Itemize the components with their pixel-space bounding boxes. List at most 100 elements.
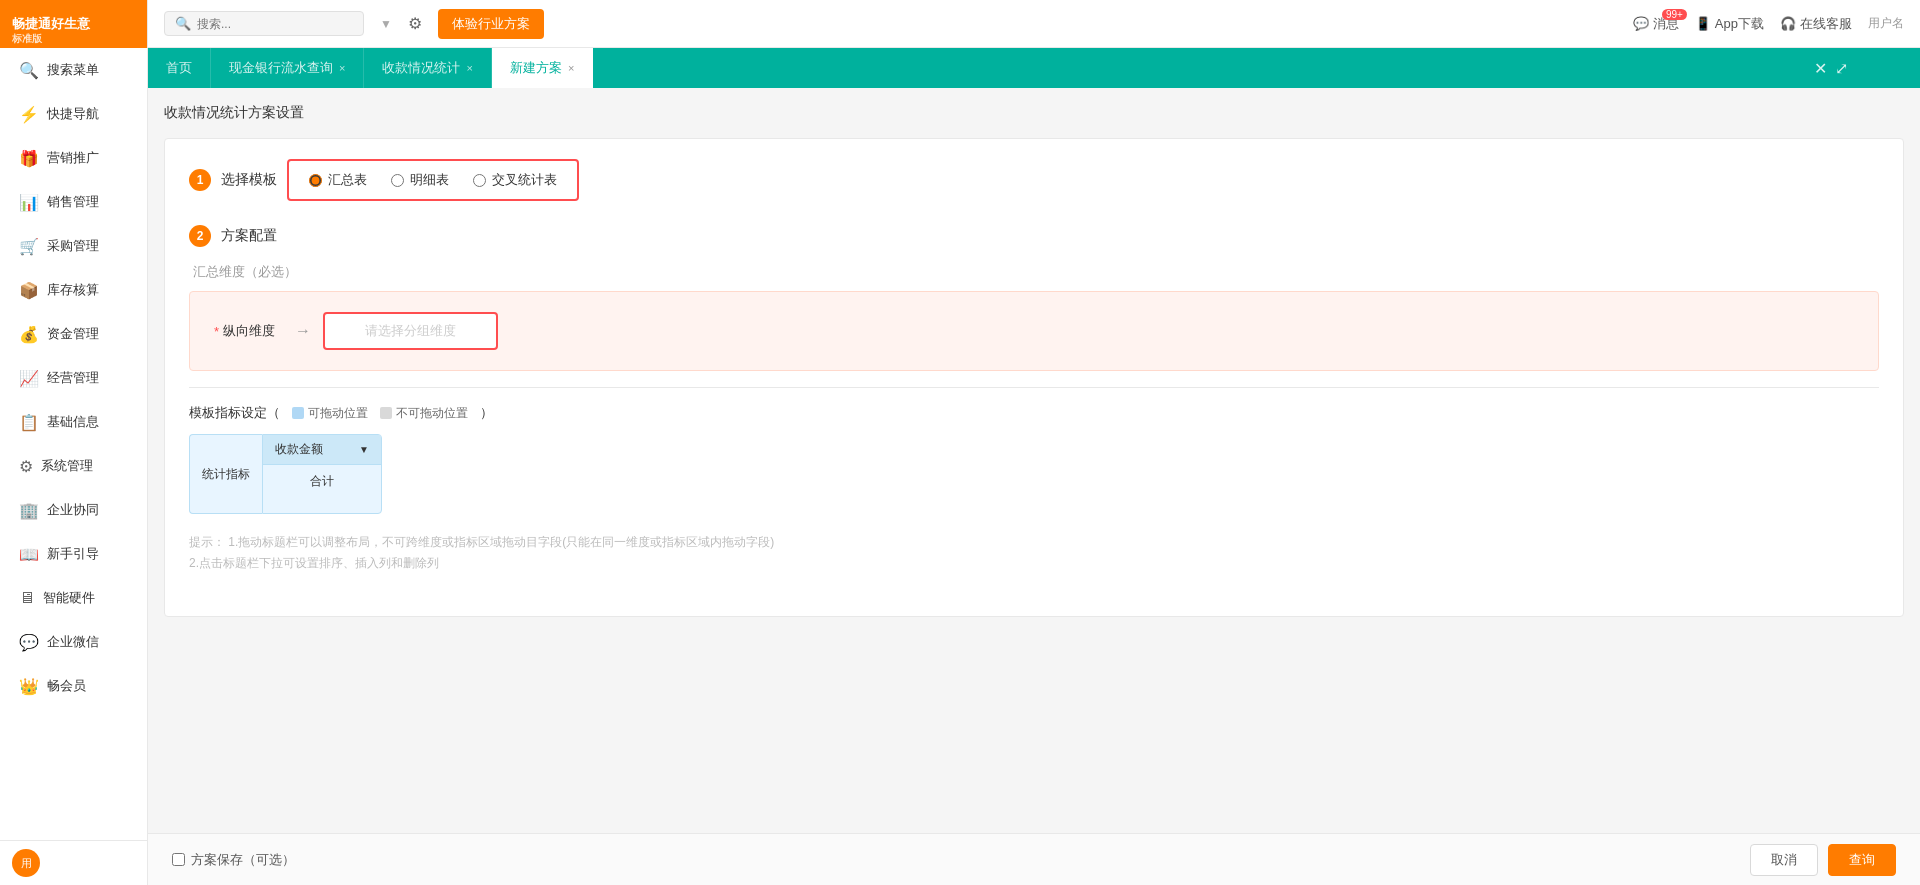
system-icon: ⚙ — [19, 457, 33, 476]
sidebar: 畅捷通好生意 标准版 🔍 搜索菜单 ⚡ 快捷导航 🎁 营销推广 📊 销售管理 🛒… — [0, 0, 148, 885]
app-logo: 畅捷通好生意 标准版 — [0, 0, 147, 48]
sidebar-item-enterprise-wechat[interactable]: 💬 企业微信 — [0, 620, 147, 664]
sidebar-item-beginner-guide[interactable]: 📖 新手引导 — [0, 532, 147, 576]
step1-header: 1 选择模板 汇总表 明细表 交叉统计表 — [189, 159, 1879, 201]
save-option[interactable]: 方案保存（可选） — [172, 851, 295, 869]
sidebar-item-purchase[interactable]: 🛒 采购管理 — [0, 224, 147, 268]
sidebar-label-finance: 资金管理 — [47, 325, 99, 343]
tips-section: 提示： 1.拖动标题栏可以调整布局，不可跨维度或指标区域拖动目字段(只能在同一维… — [189, 534, 1879, 572]
radio-cross-label[interactable]: 交叉统计表 — [492, 171, 557, 189]
tab-bank-flow[interactable]: 现金银行流水查询 × — [211, 48, 364, 88]
vertical-dim-label: 纵向维度 — [223, 322, 283, 340]
sidebar-item-smart-hardware[interactable]: 🖥 智能硬件 — [0, 576, 147, 620]
sidebar-item-basic-info[interactable]: 📋 基础信息 — [0, 400, 147, 444]
radio-detail[interactable]: 明细表 — [391, 171, 449, 189]
search-box[interactable]: 🔍 — [164, 11, 364, 36]
member-icon: 👑 — [19, 677, 39, 696]
search-icon: 🔍 — [175, 16, 191, 31]
download-button[interactable]: 📱 App下载 — [1695, 15, 1764, 33]
sidebar-item-search-menu[interactable]: 🔍 搜索菜单 — [0, 48, 147, 92]
notification-button[interactable]: 💬 消息 99+ — [1633, 15, 1679, 33]
sidebar-item-operations[interactable]: 📈 经营管理 — [0, 356, 147, 400]
tab-new-plan[interactable]: 新建方案 × — [492, 48, 593, 88]
search-menu-icon: 🔍 — [19, 61, 39, 80]
legend-dot-fixed — [380, 407, 392, 419]
vertical-dimension-row: * 纵向维度 → 请选择分组维度 — [189, 291, 1879, 371]
radio-summary[interactable]: 汇总表 — [309, 171, 367, 189]
metrics-group-label: 统计指标 — [202, 466, 250, 483]
dim-placeholder-text: 请选择分组维度 — [365, 323, 456, 338]
radio-summary-label[interactable]: 汇总表 — [328, 171, 367, 189]
close-new-plan-icon[interactable]: × — [568, 62, 574, 74]
radio-detail-label[interactable]: 明细表 — [410, 171, 449, 189]
step1-num: 1 — [189, 169, 211, 191]
sidebar-label-sales: 销售管理 — [47, 193, 99, 211]
sidebar-label-enterprise-wechat: 企业微信 — [47, 633, 99, 651]
step2-num: 2 — [189, 225, 211, 247]
legend-draggable: 可拖动位置 — [292, 405, 368, 422]
settings-gear-icon[interactable]: ⚙ — [408, 14, 422, 33]
tab-home[interactable]: 首页 — [148, 48, 211, 88]
template-options-box: 汇总表 明细表 交叉统计表 — [287, 159, 579, 201]
service-icon: 🎧 — [1780, 16, 1796, 31]
config-card: 1 选择模板 汇总表 明细表 交叉统计表 — [164, 138, 1904, 617]
tab-collection-stat[interactable]: 收款情况统计 × — [364, 48, 491, 88]
avatar: 用 — [12, 849, 40, 877]
query-button[interactable]: 查询 — [1828, 844, 1896, 876]
sidebar-item-enterprise-collab[interactable]: 🏢 企业协同 — [0, 488, 147, 532]
save-checkbox[interactable] — [172, 853, 185, 866]
sidebar-item-system[interactable]: ⚙ 系统管理 — [0, 444, 147, 488]
service-button[interactable]: 🎧 在线客服 — [1780, 15, 1852, 33]
step2-title: 方案配置 — [221, 227, 277, 245]
close-collection-stat-icon[interactable]: × — [466, 62, 472, 74]
industry-button[interactable]: 体验行业方案 — [438, 9, 544, 39]
sidebar-item-inventory[interactable]: 📦 库存核算 — [0, 268, 147, 312]
logo-text: 畅捷通好生意 — [12, 15, 90, 33]
sidebar-label-member: 畅会员 — [47, 677, 86, 695]
footer-left: 方案保存（可选） — [172, 851, 295, 869]
dim-selector[interactable]: 请选择分组维度 — [323, 312, 498, 350]
sidebar-item-member[interactable]: 👑 畅会员 — [0, 664, 147, 708]
search-input[interactable] — [197, 17, 337, 31]
sidebar-item-finance[interactable]: 💰 资金管理 — [0, 312, 147, 356]
dropdown-icon[interactable]: ▼ — [380, 17, 392, 31]
sidebar-label-basic-info: 基础信息 — [47, 413, 99, 431]
sidebar-label-search-menu: 搜索菜单 — [47, 61, 99, 79]
metrics-close-paren: ） — [480, 404, 493, 422]
sidebar-label-enterprise-collab: 企业协同 — [47, 501, 99, 519]
quick-nav-icon: ⚡ — [19, 105, 39, 124]
radio-cross[interactable]: 交叉统计表 — [473, 171, 557, 189]
tip-1: 提示： 1.拖动标题栏可以调整布局，不可跨维度或指标区域拖动目字段(只能在同一维… — [189, 534, 1879, 551]
step1-section: 1 选择模板 汇总表 明细表 交叉统计表 — [189, 159, 1879, 201]
radio-cross-input[interactable] — [473, 174, 486, 187]
sidebar-item-marketing[interactable]: 🎁 营销推广 — [0, 136, 147, 180]
user-avatar-text: 用户名 — [1868, 15, 1904, 32]
radio-summary-input[interactable] — [309, 174, 322, 187]
version-tag: 标准版 — [12, 32, 42, 46]
metrics-header-row: 模板指标设定（ 可拖动位置 不可拖动位置 ） — [189, 404, 1879, 422]
tab-bank-flow-label: 现金银行流水查询 — [229, 59, 333, 77]
cancel-button[interactable]: 取消 — [1750, 844, 1818, 876]
save-label[interactable]: 方案保存（可选） — [191, 851, 295, 869]
sidebar-item-sales[interactable]: 📊 销售管理 — [0, 180, 147, 224]
metrics-dropdown-icon[interactable]: ▼ — [359, 444, 369, 455]
step2-header: 2 方案配置 — [189, 225, 1879, 247]
finance-icon: 💰 — [19, 325, 39, 344]
footer: 方案保存（可选） 取消 查询 — [148, 833, 1920, 885]
close-all-tabs-icon[interactable]: ✕ — [1814, 59, 1827, 78]
close-bank-flow-icon[interactable]: × — [339, 62, 345, 74]
notification-badge: 99+ — [1662, 9, 1687, 20]
sidebar-item-quick-nav[interactable]: ⚡ 快捷导航 — [0, 92, 147, 136]
marketing-icon: 🎁 — [19, 149, 39, 168]
sidebar-label-system: 系统管理 — [41, 457, 93, 475]
metrics-table-wrapper: 统计指标 收款金额 ▼ 合计 — [189, 434, 1879, 514]
radio-detail-input[interactable] — [391, 174, 404, 187]
message-icon: 💬 — [1633, 16, 1649, 31]
metrics-total-cell: 合计 — [263, 465, 381, 498]
metrics-col-header-text: 收款金额 — [275, 441, 323, 458]
sidebar-label-inventory: 库存核算 — [47, 281, 99, 299]
legend-fixed-label: 不可拖动位置 — [396, 405, 468, 422]
metrics-col-header[interactable]: 收款金额 ▼ — [263, 435, 381, 465]
expand-icon[interactable]: ⤢ — [1835, 59, 1848, 78]
legend-draggable-label: 可拖动位置 — [308, 405, 368, 422]
